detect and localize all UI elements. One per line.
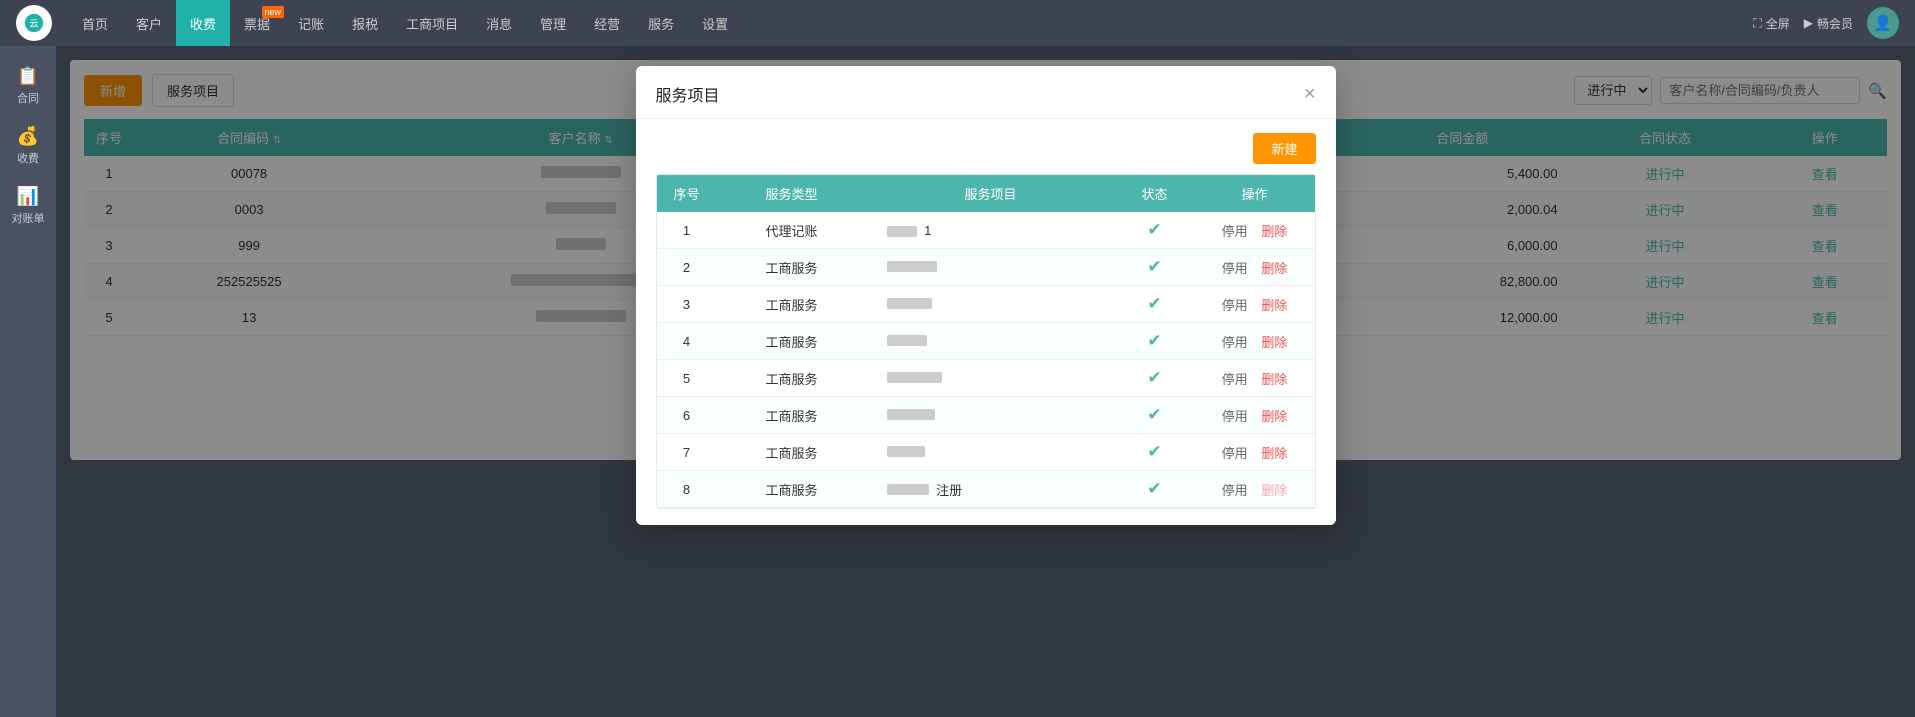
fullscreen-icon: ⛶ (1753, 16, 1761, 31)
modal-table-wrap[interactable]: 序号 服务类型 服务项目 状态 操作 1 代理记账 (656, 174, 1316, 509)
sidebar-item-contract[interactable]: 📋 合同 (3, 58, 53, 114)
delete-button[interactable]: 删除 (1261, 335, 1287, 350)
contract-icon: 📋 (17, 66, 39, 87)
member-btn[interactable]: ▶ 畅会员 (1804, 15, 1853, 32)
status-check-icon: ✔ (1147, 479, 1161, 498)
status-check-icon: ✔ (1147, 405, 1161, 424)
logo[interactable]: 云 (16, 5, 52, 41)
modal-table-row: 4 工商服务 ✔ 停用 删除 (657, 323, 1315, 360)
stop-button[interactable]: 停用 (1222, 372, 1248, 387)
top-nav: 云 首页 客户 收费 票据 new 记账 报税 工商项目 消息 管理 经营 服务… (0, 0, 1915, 46)
main-content: 新增 服务项目 进行中 全部 已完成 已终止 🔍 序号 (56, 46, 1915, 717)
status-check-icon: ✔ (1147, 368, 1161, 387)
sidebar-item-fee[interactable]: 💰 收费 (3, 118, 53, 174)
sidebar-item-reconcile[interactable]: 📊 对账单 (3, 178, 53, 234)
modal-table-row: 3 工商服务 ✔ 停用 删除 (657, 286, 1315, 323)
modal-th-item: 服务项目 (867, 175, 1115, 212)
nav-item-home[interactable]: 首页 (68, 0, 122, 46)
modal-table-header: 序号 服务类型 服务项目 状态 操作 (657, 175, 1315, 212)
status-check-icon: ✔ (1147, 442, 1161, 461)
modal-table-row: 8 工商服务 注册 ✔ 停用 删除 (657, 471, 1315, 508)
modal-close-button[interactable]: × (1304, 84, 1316, 104)
stop-button[interactable]: 停用 (1222, 483, 1248, 498)
nav-item-fee[interactable]: 收费 (176, 0, 230, 46)
stop-button[interactable]: 停用 (1222, 224, 1248, 239)
nav-item-bookkeeping[interactable]: 记账 (284, 0, 338, 46)
status-check-icon: ✔ (1147, 257, 1161, 276)
stop-button[interactable]: 停用 (1222, 298, 1248, 313)
stop-button[interactable]: 停用 (1222, 335, 1248, 350)
modal-table: 序号 服务类型 服务项目 状态 操作 1 代理记账 (657, 175, 1315, 508)
modal-table-row: 5 工商服务 ✔ 停用 删除 (657, 360, 1315, 397)
nav-item-message[interactable]: 消息 (472, 0, 526, 46)
nav-item-settings[interactable]: 设置 (688, 0, 742, 46)
fee-icon: 💰 (17, 126, 39, 147)
modal-table-row: 1 代理记账 1 ✔ 停用 删除 (657, 212, 1315, 249)
delete-button[interactable]: 删除 (1261, 261, 1287, 276)
nav-item-service[interactable]: 服务 (634, 0, 688, 46)
modal-table-row: 6 工商服务 ✔ 停用 删除 (657, 397, 1315, 434)
stop-button[interactable]: 停用 (1222, 409, 1248, 424)
status-check-icon: ✔ (1147, 294, 1161, 313)
nav-item-tax[interactable]: 报税 (338, 0, 392, 46)
delete-button[interactable]: 删除 (1261, 298, 1287, 313)
modal-overlay: 服务项目 × 新建 序号 服务类型 (56, 46, 1915, 717)
reconcile-icon: 📊 (17, 186, 39, 207)
avatar-icon: 👤 (1874, 14, 1893, 32)
delete-button[interactable]: 删除 (1261, 483, 1287, 498)
nav-item-bizproject[interactable]: 工商项目 (392, 0, 472, 46)
delete-button[interactable]: 删除 (1261, 372, 1287, 387)
avatar[interactable]: 👤 (1867, 7, 1899, 39)
nav-right: ⛶ 全屏 ▶ 畅会员 👤 (1753, 7, 1899, 39)
modal: 服务项目 × 新建 序号 服务类型 (636, 66, 1336, 525)
delete-button[interactable]: 删除 (1261, 409, 1287, 424)
modal-th-type: 服务类型 (717, 175, 867, 212)
nav-item-operate[interactable]: 经营 (580, 0, 634, 46)
svg-text:云: 云 (29, 19, 38, 29)
member-icon: ▶ (1804, 16, 1813, 30)
status-check-icon: ✔ (1147, 220, 1161, 239)
nav-item-invoice[interactable]: 票据 new (230, 0, 284, 46)
modal-header: 服务项目 × (636, 66, 1336, 119)
new-badge: new (262, 6, 285, 18)
stop-button[interactable]: 停用 (1222, 446, 1248, 461)
modal-th-action: 操作 (1195, 175, 1315, 212)
sidebar: 📋 合同 💰 收费 📊 对账单 (0, 46, 56, 717)
logo-icon: 云 (23, 12, 45, 34)
modal-th-no: 序号 (657, 175, 717, 212)
delete-button[interactable]: 删除 (1261, 446, 1287, 461)
stop-button[interactable]: 停用 (1222, 261, 1248, 276)
modal-toolbar: 新建 (656, 133, 1316, 164)
nav-item-manage[interactable]: 管理 (526, 0, 580, 46)
modal-body: 新建 序号 服务类型 服务项目 状态 操作 (636, 119, 1336, 525)
status-check-icon: ✔ (1147, 331, 1161, 350)
modal-th-status: 状态 (1115, 175, 1195, 212)
modal-new-button[interactable]: 新建 (1253, 133, 1315, 164)
nav-item-client[interactable]: 客户 (122, 0, 176, 46)
modal-table-row: 7 工商服务 ✔ 停用 删除 (657, 434, 1315, 471)
modal-table-row: 2 工商服务 ✔ 停用 删除 (657, 249, 1315, 286)
modal-title: 服务项目 (656, 82, 720, 106)
fullscreen-btn[interactable]: ⛶ 全屏 (1753, 15, 1789, 32)
delete-button[interactable]: 删除 (1261, 224, 1287, 239)
